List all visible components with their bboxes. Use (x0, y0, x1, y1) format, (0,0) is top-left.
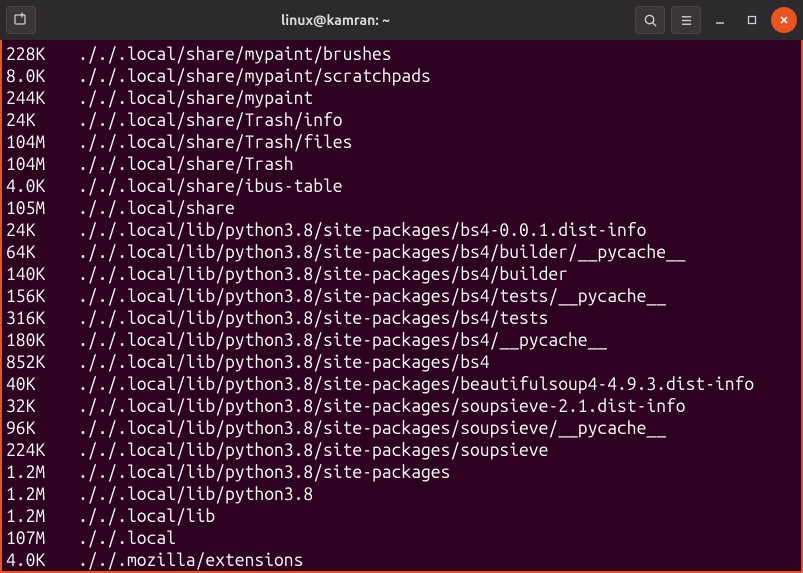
size-value: 24K (6, 110, 78, 132)
path-value: ././.local/lib/python3.8/site-packages (78, 462, 797, 484)
output-line: 104M././.local/share/Trash/files (6, 132, 797, 154)
path-value: ././.local/lib/python3.8/site-packages/b… (78, 264, 797, 286)
path-value: ././.local/lib/python3.8/site-packages/s… (78, 418, 797, 440)
size-value: 244K (6, 88, 78, 110)
path-value: ././.local/lib/python3.8/site-packages/b… (78, 374, 797, 396)
size-value: 1.2M (6, 462, 78, 484)
path-value: ././.local/share/Trash/files (78, 132, 797, 154)
size-value: 224K (6, 440, 78, 462)
size-value: 228K (6, 44, 78, 66)
maximize-icon (746, 14, 758, 26)
output-line: 32K././.local/lib/python3.8/site-package… (6, 396, 797, 418)
size-value: 107M (6, 528, 78, 550)
output-line: 105M././.local/share (6, 198, 797, 220)
path-value: ././.local/share/mypaint (78, 88, 797, 110)
size-value: 4.0K (6, 550, 78, 572)
output-line: 156K././.local/lib/python3.8/site-packag… (6, 286, 797, 308)
path-value: ././.local/lib/python3.8/site-packages/b… (78, 330, 797, 352)
output-line: 8.0K././.local/share/mypaint/scratchpads (6, 66, 797, 88)
output-line: 1.2M././.local/lib/python3.8/site-packag… (6, 462, 797, 484)
search-icon (643, 13, 658, 28)
size-value: 1.2M (6, 484, 78, 506)
path-value: ././.local/share/Trash/info (78, 110, 797, 132)
size-value: 104M (6, 132, 78, 154)
path-value: ././.local/lib/python3.8/site-packages/s… (78, 440, 797, 462)
output-line: 24K././.local/lib/python3.8/site-package… (6, 220, 797, 242)
output-line: 1.2M././.local/lib (6, 506, 797, 528)
output-line: 24K././.local/share/Trash/info (6, 110, 797, 132)
size-value: 156K (6, 286, 78, 308)
path-value: ././.local/share (78, 198, 797, 220)
size-value: 104M (6, 154, 78, 176)
output-line: 40K././.local/lib/python3.8/site-package… (6, 374, 797, 396)
path-value: ././.local/share/mypaint/scratchpads (78, 66, 797, 88)
output-line: 4.0K././.local/share/ibus-table (6, 176, 797, 198)
size-value: 40K (6, 374, 78, 396)
terminal-output[interactable]: 228K././.local/share/mypaint/brushes8.0K… (0, 40, 803, 573)
close-icon (778, 14, 790, 26)
new-tab-icon (13, 12, 29, 28)
size-value: 140K (6, 264, 78, 286)
size-value: 32K (6, 396, 78, 418)
path-value: ././.local/share/ibus-table (78, 176, 797, 198)
hamburger-icon (679, 13, 694, 28)
path-value: ././.local/lib (78, 506, 797, 528)
path-value: ././.local/lib/python3.8/site-packages/b… (78, 308, 797, 330)
size-value: 4.0K (6, 176, 78, 198)
path-value: ././.local/share/Trash (78, 154, 797, 176)
path-value: ././.local/lib/python3.8/site-packages/b… (78, 220, 797, 242)
output-line: 96K././.local/lib/python3.8/site-package… (6, 418, 797, 440)
titlebar-right (635, 6, 797, 34)
output-line: 180K././.local/lib/python3.8/site-packag… (6, 330, 797, 352)
minimize-button[interactable] (707, 7, 733, 33)
path-value: ././.mozilla/extensions (78, 550, 797, 572)
minimize-icon (714, 14, 726, 26)
output-line: 4.0K././.mozilla/extensions (6, 550, 797, 572)
path-value: ././.local/lib/python3.8/site-packages/b… (78, 242, 797, 264)
size-value: 1.2M (6, 506, 78, 528)
window-title: linux@kamran: ~ (42, 12, 629, 28)
path-value: ././.local/lib/python3.8 (78, 484, 797, 506)
size-value: 64K (6, 242, 78, 264)
size-value: 316K (6, 308, 78, 330)
output-line: 1.2M././.local/lib/python3.8 (6, 484, 797, 506)
output-line: 64K././.local/lib/python3.8/site-package… (6, 242, 797, 264)
output-line: 244K././.local/share/mypaint (6, 88, 797, 110)
output-line: 224K././.local/lib/python3.8/site-packag… (6, 440, 797, 462)
path-value: ././.local (78, 528, 797, 550)
size-value: 180K (6, 330, 78, 352)
titlebar: linux@kamran: ~ (0, 0, 803, 40)
output-line: 316K././.local/lib/python3.8/site-packag… (6, 308, 797, 330)
close-button[interactable] (771, 7, 797, 33)
path-value: ././.local/lib/python3.8/site-packages/b… (78, 286, 797, 308)
titlebar-left (6, 6, 36, 34)
path-value: ././.local/lib/python3.8/site-packages/s… (78, 396, 797, 418)
output-line: 107M././.local (6, 528, 797, 550)
output-line: 852K././.local/lib/python3.8/site-packag… (6, 352, 797, 374)
maximize-button[interactable] (739, 7, 765, 33)
output-line: 104M././.local/share/Trash (6, 154, 797, 176)
path-value: ././.local/share/mypaint/brushes (78, 44, 797, 66)
search-button[interactable] (635, 6, 665, 34)
size-value: 852K (6, 352, 78, 374)
output-line: 228K././.local/share/mypaint/brushes (6, 44, 797, 66)
size-value: 8.0K (6, 66, 78, 88)
size-value: 24K (6, 220, 78, 242)
size-value: 96K (6, 418, 78, 440)
path-value: ././.local/lib/python3.8/site-packages/b… (78, 352, 797, 374)
menu-button[interactable] (671, 6, 701, 34)
size-value: 105M (6, 198, 78, 220)
output-line: 140K././.local/lib/python3.8/site-packag… (6, 264, 797, 286)
new-tab-button[interactable] (6, 6, 36, 34)
